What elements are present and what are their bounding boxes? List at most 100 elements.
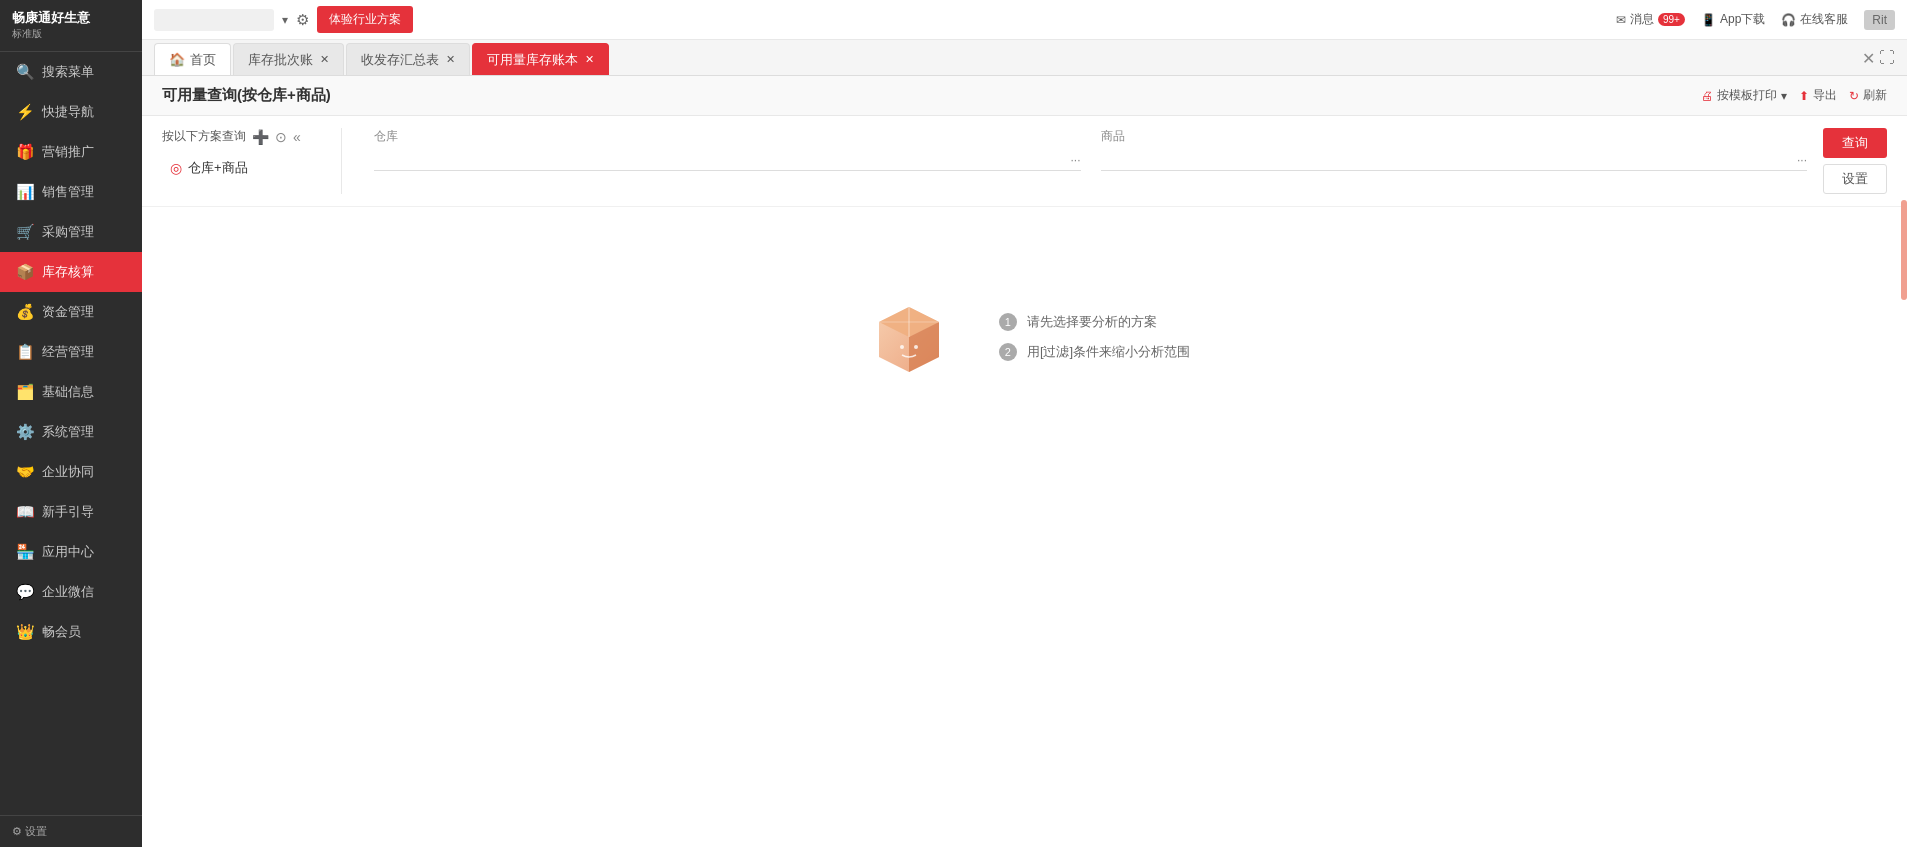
goods-input[interactable] [1101, 152, 1793, 167]
shortcut-icon: ⚡ [16, 103, 34, 121]
sidebar-item-search[interactable]: 🔍 搜索菜单 [0, 52, 142, 92]
gear-icon: ⚙️ [16, 423, 34, 441]
tab-batch-close[interactable]: ✕ [320, 53, 329, 66]
sidebar-item-basic[interactable]: 🗂️ 基础信息 [0, 372, 142, 412]
industry-btn[interactable]: 体验行业方案 [317, 6, 413, 33]
empty-tip-1: 1 请先选择要分析的方案 [999, 313, 1190, 331]
tab-stock-summary[interactable]: 收发存汇总表 ✕ [346, 43, 470, 75]
sidebar-label-operations: 经营管理 [42, 343, 94, 361]
sidebar: 畅康通好生意 标准版 🔍 搜索菜单 ⚡ 快捷导航 🎁 营销推广 📊 销售管理 🛒… [0, 0, 142, 847]
warehouse-filter: 仓库 ··· [374, 128, 1081, 171]
sidebar-label-basic: 基础信息 [42, 383, 94, 401]
sidebar-label-enterprise: 企业协同 [42, 463, 94, 481]
headset-icon: 🎧 [1781, 13, 1796, 27]
goods-input-wrapper: ··· [1101, 149, 1808, 171]
sidebar-item-inventory[interactable]: 📦 库存核算 [0, 252, 142, 292]
expand-tabs-btn[interactable]: ⛶ [1879, 49, 1895, 67]
sidebar-item-member[interactable]: 👑 畅会员 [0, 612, 142, 652]
tab-home-label: 首页 [190, 51, 216, 69]
sidebar-label-marketing: 营销推广 [42, 143, 94, 161]
tab-available-stock-label: 可用量库存账本 [487, 51, 578, 69]
sidebar-item-system[interactable]: ⚙️ 系统管理 [0, 412, 142, 452]
settings-scheme-btn[interactable]: ⊙ [275, 129, 287, 145]
tab-batch[interactable]: 库存批次账 ✕ [233, 43, 344, 75]
tip-num-2: 2 [999, 343, 1017, 361]
cart-icon: 🛒 [16, 223, 34, 241]
folder-icon: 🗂️ [16, 383, 34, 401]
query-btn[interactable]: 查询 [1823, 128, 1887, 158]
goods-more-btn[interactable]: ··· [1797, 153, 1807, 167]
sidebar-label-appstore: 应用中心 [42, 543, 94, 561]
collapse-btn[interactable]: « [293, 129, 301, 145]
money-icon: 💰 [16, 303, 34, 321]
refresh-label: 刷新 [1863, 87, 1887, 104]
sidebar-item-finance[interactable]: 💰 资金管理 [0, 292, 142, 332]
tab-available-stock[interactable]: 可用量库存账本 ✕ [472, 43, 609, 75]
sidebar-item-sales[interactable]: 📊 销售管理 [0, 172, 142, 212]
topbar-gear-icon[interactable]: ⚙ [296, 11, 309, 29]
crown-icon: 👑 [16, 623, 34, 641]
tab-available-stock-close[interactable]: ✕ [585, 53, 594, 66]
topbar-dropdown[interactable]: ▾ [282, 13, 288, 27]
scheme-item-label: 仓库+商品 [188, 159, 248, 177]
logo-title: 畅康通好生意 [12, 10, 130, 27]
scheme-item-warehouse-goods[interactable]: ◎ 仓库+商品 [162, 153, 341, 183]
svg-point-6 [914, 345, 918, 349]
export-label: 导出 [1813, 87, 1837, 104]
search-icon: 🔍 [16, 63, 34, 81]
print-dropdown-icon[interactable]: ▾ [1781, 89, 1787, 103]
sidebar-item-guide[interactable]: 📖 新手引导 [0, 492, 142, 532]
sidebar-label-member: 畅会员 [42, 623, 81, 641]
warehouse-input[interactable] [374, 152, 1066, 167]
main-area: ▾ ⚙ 体验行业方案 ✉ 消息 99+ 📱 App下载 🎧 在线客服 Rit 🏠… [142, 0, 1907, 847]
sidebar-item-wechat[interactable]: 💬 企业微信 [0, 572, 142, 612]
sidebar-footer[interactable]: ⚙ 设置 [0, 815, 142, 847]
sidebar-item-shortcut[interactable]: ⚡ 快捷导航 [0, 92, 142, 132]
sidebar-label-search: 搜索菜单 [42, 63, 94, 81]
clipboard-icon: 📋 [16, 343, 34, 361]
sidebar-nav: 🔍 搜索菜单 ⚡ 快捷导航 🎁 营销推广 📊 销售管理 🛒 采购管理 📦 库存核… [0, 52, 142, 815]
scheme-icon: ◎ [170, 160, 182, 176]
app-download-btn[interactable]: 📱 App下载 [1701, 11, 1765, 28]
svg-point-5 [900, 345, 904, 349]
sidebar-label-shortcut: 快捷导航 [42, 103, 94, 121]
user-avatar[interactable]: Rit [1864, 10, 1895, 30]
topbar-right: ✉ 消息 99+ 📱 App下载 🎧 在线客服 Rit [1616, 10, 1895, 30]
gift-icon: 🎁 [16, 143, 34, 161]
sidebar-label-sales: 销售管理 [42, 183, 94, 201]
page-actions: 🖨 按模板打印 ▾ ⬆ 导出 ↻ 刷新 [1701, 87, 1887, 104]
settings-btn[interactable]: 设置 [1823, 164, 1887, 194]
sidebar-label-system: 系统管理 [42, 423, 94, 441]
book-icon: 📖 [16, 503, 34, 521]
service-btn[interactable]: 🎧 在线客服 [1781, 11, 1848, 28]
tab-home[interactable]: 🏠 首页 [154, 43, 231, 75]
message-btn[interactable]: ✉ 消息 99+ [1616, 11, 1685, 28]
sidebar-label-finance: 资金管理 [42, 303, 94, 321]
tabs-bar: 🏠 首页 库存批次账 ✕ 收发存汇总表 ✕ 可用量库存账本 ✕ ✕ ⛶ [142, 40, 1907, 76]
close-all-tabs-btn[interactable]: ✕ [1862, 48, 1875, 67]
filter-row: 仓库 ··· 商品 ··· [358, 128, 1807, 194]
sidebar-item-enterprise[interactable]: 🤝 企业协同 [0, 452, 142, 492]
phone-icon: 📱 [1701, 13, 1716, 27]
sidebar-item-marketing[interactable]: 🎁 营销推广 [0, 132, 142, 172]
message-label: 消息 [1630, 11, 1654, 28]
query-actions: 查询 设置 [1823, 128, 1887, 194]
export-btn[interactable]: ⬆ 导出 [1799, 87, 1837, 104]
right-scrollbar[interactable] [1901, 200, 1907, 300]
home-icon: 🏠 [169, 52, 185, 67]
add-scheme-btn[interactable]: ➕ [252, 129, 269, 145]
sidebar-item-operations[interactable]: 📋 经营管理 [0, 332, 142, 372]
sidebar-item-purchase[interactable]: 🛒 采购管理 [0, 212, 142, 252]
tab-stock-summary-close[interactable]: ✕ [446, 53, 455, 66]
warehouse-more-btn[interactable]: ··· [1070, 153, 1080, 167]
refresh-btn[interactable]: ↻ 刷新 [1849, 87, 1887, 104]
goods-label: 商品 [1101, 128, 1808, 145]
print-btn[interactable]: 🖨 按模板打印 ▾ [1701, 87, 1787, 104]
empty-state: 1 请先选择要分析的方案 2 用[过滤]条件来缩小分析范围 [142, 207, 1907, 467]
tip-text-1: 请先选择要分析的方案 [1027, 313, 1157, 331]
search-input[interactable] [154, 9, 274, 31]
wechat-icon: 💬 [16, 583, 34, 601]
sidebar-item-appstore[interactable]: 🏪 应用中心 [0, 532, 142, 572]
box-icon: 📦 [16, 263, 34, 281]
topbar: ▾ ⚙ 体验行业方案 ✉ 消息 99+ 📱 App下载 🎧 在线客服 Rit [142, 0, 1907, 40]
